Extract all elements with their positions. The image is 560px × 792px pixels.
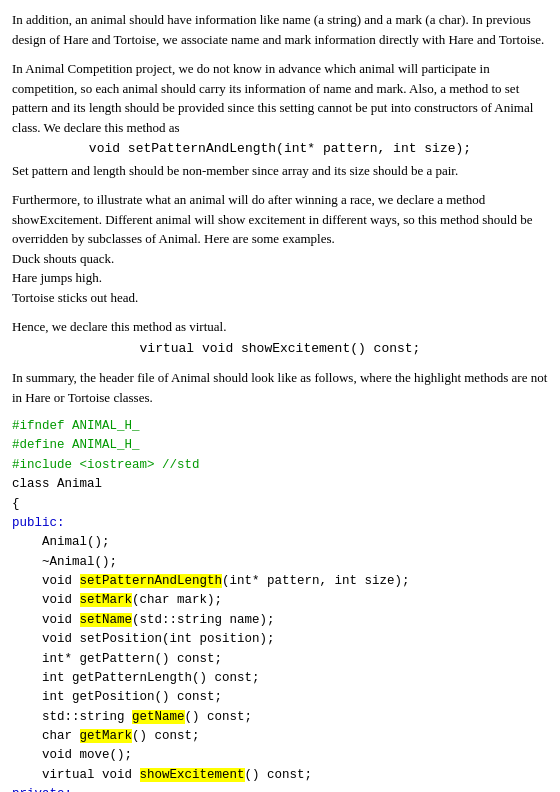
code-line-constructor: Animal();: [12, 533, 548, 552]
code-line-destructor: ~Animal();: [12, 553, 548, 572]
p2-code-line: void setPatternAndLength(int* pattern, i…: [12, 139, 548, 159]
p4-code: virtual void showExcitement() const;: [12, 339, 548, 359]
paragraph-4: Hence, we declare this method as virtual…: [12, 317, 548, 358]
highlight-setName: setName: [80, 613, 133, 627]
code-line-private: private:: [12, 785, 548, 792]
highlight-getMark: getMark: [80, 729, 133, 743]
example-1: Duck shouts quack.: [12, 251, 114, 266]
p3-text: Furthermore, to illustrate what an anima…: [12, 192, 533, 246]
code-line-getmark: char getMark() const;: [12, 727, 548, 746]
paragraph-2: In Animal Competition project, we do not…: [12, 59, 548, 180]
paragraph-5: In summary, the header file of Animal sh…: [12, 368, 548, 407]
code-line-getposition: int getPosition() const;: [12, 688, 548, 707]
example-2: Hare jumps high.: [12, 270, 102, 285]
highlight-setPatternAndLength: setPatternAndLength: [80, 574, 223, 588]
code-line-brace-open: {: [12, 495, 548, 514]
code-line-class: class Animal: [12, 475, 548, 494]
highlight-getName: getName: [132, 710, 185, 724]
highlight-setMark: setMark: [80, 593, 133, 607]
highlight-showExcitement: showExcitement: [140, 768, 245, 782]
code-line-getpattern: int* getPattern() const;: [12, 650, 548, 669]
code-block: #ifndef ANIMAL_H_ #define ANIMAL_H_ #inc…: [12, 417, 548, 792]
code-line-showexcitement: virtual void showExcitement() const;: [12, 766, 548, 785]
paragraph-1: In addition, an animal should have infor…: [12, 10, 548, 49]
code-line-getname: std::string getName() const;: [12, 708, 548, 727]
example-3: Tortoise sticks out head.: [12, 290, 138, 305]
p4-pre: Hence, we declare this method as virtual…: [12, 319, 226, 334]
paragraph-3: Furthermore, to illustrate what an anima…: [12, 190, 548, 307]
code-line-ifndef: #ifndef ANIMAL_H_: [12, 417, 548, 436]
code-line-getpatternlength: int getPatternLength() const;: [12, 669, 548, 688]
code-line-setmark: void setMark(char mark);: [12, 591, 548, 610]
code-line-setposition: void setPosition(int position);: [12, 630, 548, 649]
code-line-define: #define ANIMAL_H_: [12, 436, 548, 455]
p2-text: In Animal Competition project, we do not…: [12, 61, 533, 135]
code-line-setpattern: void setPatternAndLength(int* pattern, i…: [12, 572, 548, 591]
code-line-include: #include <iostream> //std: [12, 456, 548, 475]
code-line-setname: void setName(std::string name);: [12, 611, 548, 630]
code-line-move: void move();: [12, 746, 548, 765]
p2-cont: Set pattern and length should be non-mem…: [12, 163, 458, 178]
code-line-public: public:: [12, 514, 548, 533]
